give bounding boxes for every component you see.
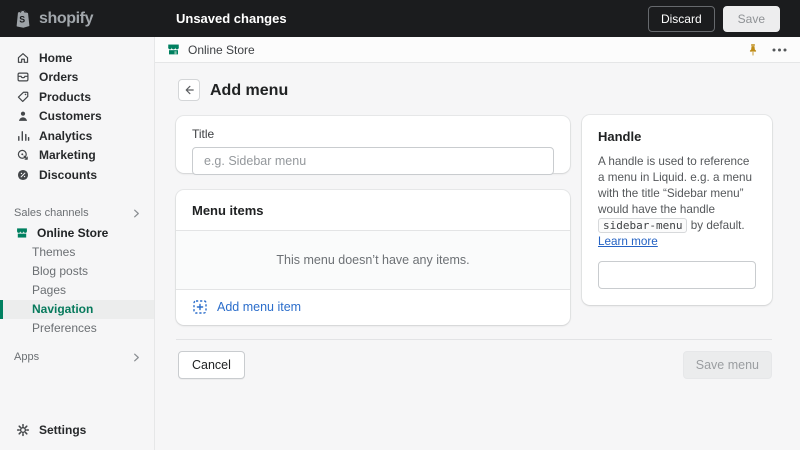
analytics-icon	[16, 129, 30, 143]
menu-items-card-title: Menu items	[192, 202, 264, 218]
shopify-wordmark: shopify	[39, 9, 94, 27]
sidebar-item-online-store[interactable]: Online Store	[0, 223, 154, 243]
sidebar-item-marketing[interactable]: Marketing	[0, 146, 154, 166]
arrow-left-icon	[182, 83, 196, 97]
sidebar-item-label: Products	[39, 89, 92, 104]
empty-state-text: This menu doesn’t have any items.	[276, 253, 470, 267]
sidebar-item-orders[interactable]: Orders	[0, 68, 154, 88]
sales-channels-label: Sales channels	[14, 207, 89, 219]
sidebar-item-label: Marketing	[39, 148, 96, 163]
more-actions-button[interactable]	[772, 48, 787, 52]
channel-label: Online Store	[188, 42, 255, 57]
storefront-icon	[166, 42, 181, 57]
unsaved-changes-status: Unsaved changes	[176, 11, 287, 26]
handle-code-sample: sidebar-menu	[598, 218, 688, 233]
pin-button[interactable]	[747, 43, 759, 57]
chevron-right-icon	[132, 209, 141, 218]
discounts-icon	[16, 168, 30, 182]
sidebar-item-analytics[interactable]: Analytics	[0, 126, 154, 146]
topbar-actions: Discard Save	[647, 5, 780, 32]
handle-card-title: Handle	[598, 129, 642, 144]
page-title: Add menu	[210, 82, 289, 99]
channel-header-bar: Online Store	[155, 37, 800, 63]
sidebar-item-products[interactable]: Products	[0, 87, 154, 107]
marketing-icon	[16, 148, 30, 162]
apps-label: Apps	[14, 351, 40, 363]
ellipsis-icon	[772, 48, 787, 52]
sidebar-item-label: Pages	[32, 283, 67, 297]
shopify-logo[interactable]: S shopify	[12, 0, 93, 37]
pin-icon	[747, 43, 759, 57]
chevron-right-icon	[132, 353, 141, 362]
sidebar-item-discounts[interactable]: Discounts	[0, 165, 154, 185]
sidebar-item-preferences[interactable]: Preferences	[0, 319, 154, 338]
svg-text:S: S	[19, 15, 25, 25]
sidebar-item-label: Discounts	[39, 167, 98, 182]
learn-more-link[interactable]: Learn more	[598, 235, 658, 248]
sidebar-item-label: Analytics	[39, 128, 93, 143]
sidebar-item-navigation[interactable]: Navigation	[0, 299, 154, 319]
sidebar-section-sales-channels[interactable]: Sales channels	[0, 204, 154, 223]
gear-icon	[16, 423, 30, 437]
top-bar: S shopify Unsaved changes Discard Save	[0, 0, 800, 37]
sidebar-item-label: Online Store	[37, 225, 109, 240]
sidebar-item-label: Settings	[39, 423, 87, 437]
sidebar-item-label: Navigation	[32, 302, 94, 316]
sidebar-item-settings[interactable]: Settings	[0, 420, 153, 440]
add-menu-item-action[interactable]: Add menu item	[176, 290, 570, 324]
orders-icon	[16, 70, 30, 84]
title-field-label: Title	[192, 127, 215, 141]
handle-card: Handle A handle is used to reference a m…	[582, 115, 772, 305]
sidebar-item-customers[interactable]: Customers	[0, 107, 154, 127]
add-item-dashed-plus-icon	[193, 300, 207, 314]
sidebar-item-label: Customers	[39, 109, 102, 124]
discard-button[interactable]: Discard	[647, 5, 715, 32]
sidebar-item-label: Home	[39, 50, 73, 65]
handle-input[interactable]	[598, 261, 756, 289]
menu-items-card: Menu items This menu doesn’t have any it…	[176, 190, 570, 325]
save-button[interactable]: Save	[722, 5, 780, 32]
handle-description: A handle is used to reference a menu in …	[598, 154, 756, 250]
sidebar-item-themes[interactable]: Themes	[0, 243, 154, 262]
menu-items-empty-state: This menu doesn’t have any items.	[176, 230, 570, 290]
shopify-bag-icon: S	[12, 7, 33, 30]
storefront-icon	[15, 226, 29, 240]
sidebar-item-label: Orders	[39, 70, 79, 85]
sidebar-item-blog-posts[interactable]: Blog posts	[0, 262, 154, 281]
main-content: Add menu Title Menu items This menu does…	[155, 63, 800, 450]
sidebar-section-apps[interactable]: Apps	[0, 348, 154, 367]
back-button[interactable]	[178, 79, 200, 101]
sidebar-item-pages[interactable]: Pages	[0, 281, 154, 300]
handle-description-text: by default.	[687, 219, 745, 232]
products-icon	[16, 90, 30, 104]
title-card: Title	[176, 116, 570, 175]
title-input[interactable]	[192, 147, 554, 175]
customers-icon	[16, 109, 30, 123]
sidebar: Home Orders Products Customers Analytics…	[0, 37, 155, 450]
handle-description-text: A handle is used to reference a menu in …	[598, 155, 752, 216]
home-icon	[16, 51, 30, 65]
cancel-button[interactable]: Cancel	[178, 351, 245, 379]
sidebar-item-label: Blog posts	[32, 264, 89, 278]
save-menu-button[interactable]: Save menu	[682, 351, 772, 379]
sidebar-item-label: Preferences	[32, 321, 97, 335]
online-store-channel[interactable]: Online Store	[166, 42, 255, 57]
sidebar-item-home[interactable]: Home	[0, 48, 154, 68]
sidebar-item-label: Themes	[32, 245, 76, 259]
page-actions-divider	[176, 339, 772, 340]
add-menu-item-link[interactable]: Add menu item	[217, 300, 301, 314]
